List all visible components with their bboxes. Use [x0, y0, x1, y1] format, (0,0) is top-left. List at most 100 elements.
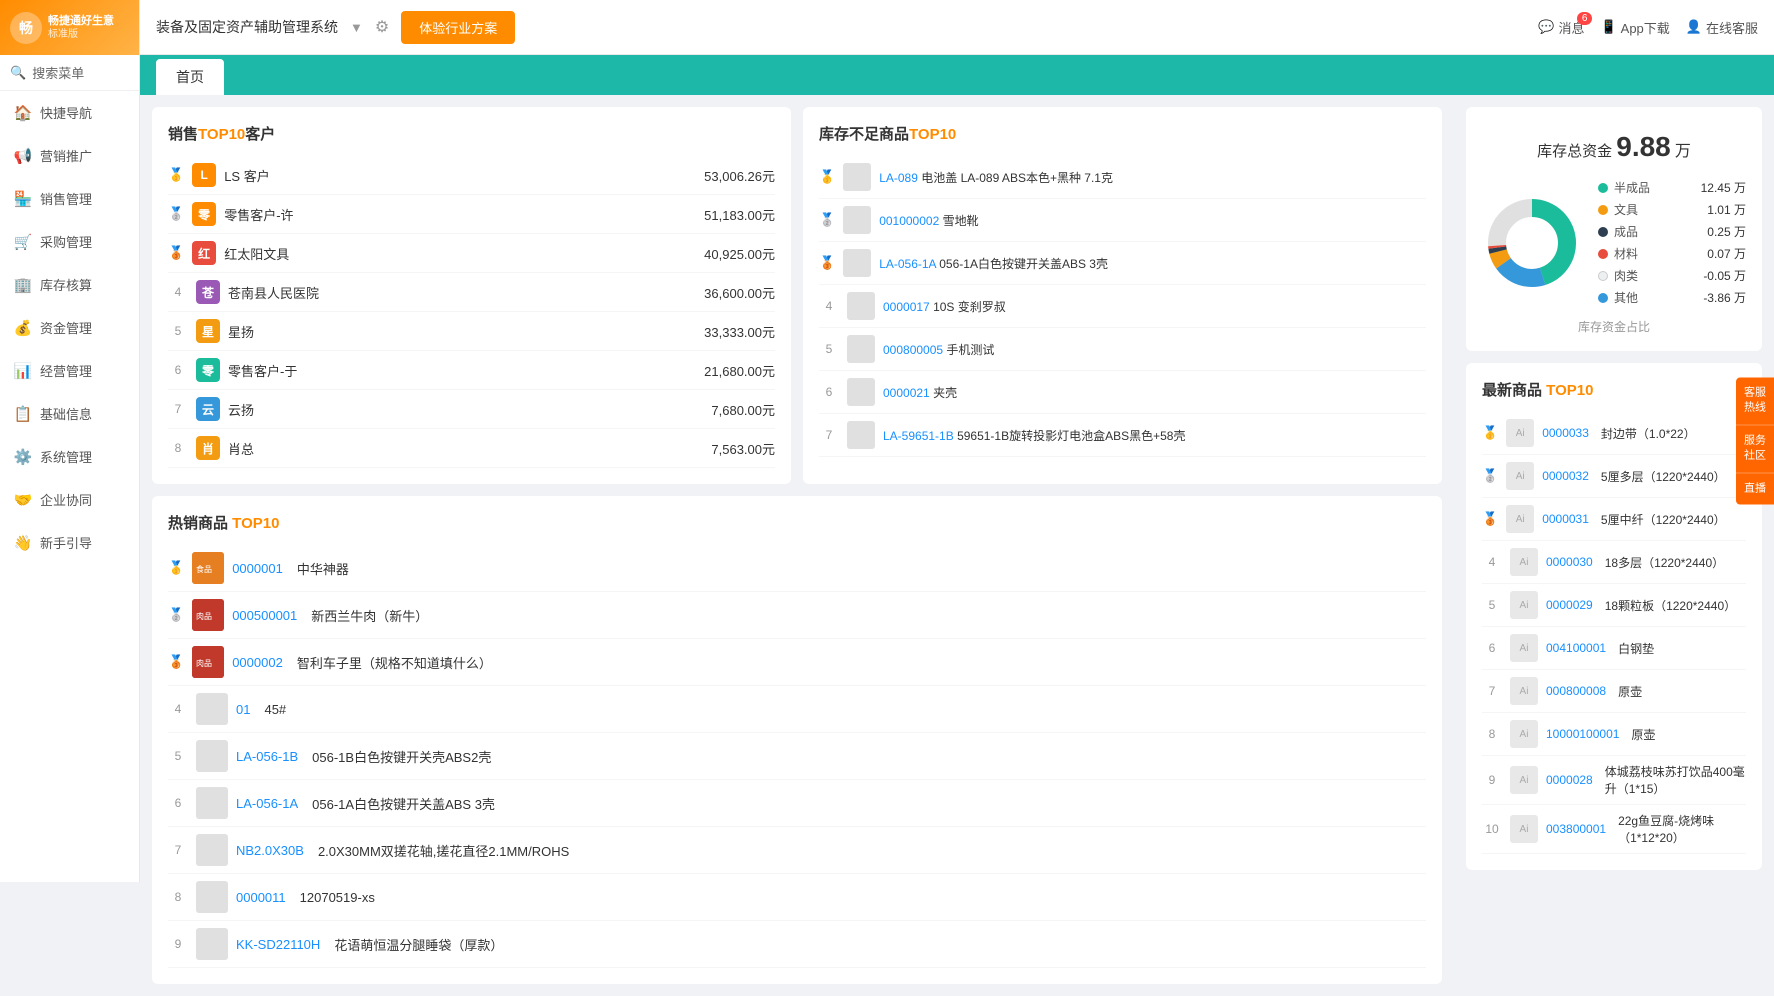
customer-badge: 零 [192, 202, 216, 226]
hot-products-list: 🥇 食品 0000001 中华神器 🥈 肉品 000500001 [168, 545, 1426, 968]
product-img [843, 249, 871, 277]
list-item: 6 LA-056-1A 056-1A白色按键开关盖ABS 3壳 [168, 780, 1426, 827]
table-row: 7 LA-59651-1B 59651-1B旋转投影灯电池盒ABS黑色+58壳 [819, 414, 1426, 457]
donut-chart [1482, 193, 1582, 293]
list-item: 8 0000011 12070519-xs [168, 874, 1426, 921]
search-menu-item[interactable]: 🔍 搜索菜单 [0, 55, 139, 91]
legend-item: 文具 1.01 万 [1598, 201, 1746, 218]
list-item: 🥇 食品 0000001 中华神器 [168, 545, 1426, 592]
newest-products-card: 最新商品 TOP10 🥇 Ai 0000033 封边带（1.0*22） 🥈 Ai… [1466, 363, 1762, 870]
legend-dot [1598, 227, 1608, 237]
nav-tabs: 首页 [140, 55, 1774, 95]
operations-icon: 📊 [14, 362, 32, 380]
medal-icon: 🥉 [168, 245, 184, 261]
table-row: 🥈 零 零售客户-许 51,183.00元 [168, 195, 775, 234]
product-img [847, 292, 875, 320]
list-item: 🥈 Ai 0000032 5厘多层（1220*2440） [1482, 455, 1746, 498]
product-img [847, 335, 875, 363]
customer-service-sidebar: 客服热线 服务社区 直播 [1736, 378, 1774, 505]
sidebar-item-finance[interactable]: 💰 资金管理 [0, 306, 139, 349]
sidebar-item-quick[interactable]: 🏠 快捷导航 [0, 91, 139, 134]
left-panels: 销售TOP10客户 🥇 L LS 客户 53,006.26元 🥈 [140, 95, 1454, 996]
trial-button[interactable]: 体验行业方案 [401, 11, 515, 44]
sidebar-item-company[interactable]: 🤝 企业协同 [0, 478, 139, 521]
medal-icon: 🥇 [168, 167, 184, 183]
product-img: Ai [1510, 815, 1538, 843]
cs-hotline-button[interactable]: 客服热线 [1736, 378, 1774, 426]
sidebar-item-purchase[interactable]: 🛒 采购管理 [0, 220, 139, 263]
table-row: 🥇 LA-089 电池盖 LA-089 ABS本色+黑种 7.1克 [819, 156, 1426, 199]
logo-icon: 畅 [10, 12, 42, 44]
sidebar-item-system[interactable]: ⚙️ 系统管理 [0, 435, 139, 478]
customer-badge: 肖 [196, 436, 220, 460]
donut-chart-container: 半成品 12.45 万 文具 1.01 万 成品 0.25 万 [1482, 171, 1746, 314]
low-stock-list: 🥇 LA-089 电池盖 LA-089 ABS本色+黑种 7.1克 🥈 0010… [819, 156, 1426, 457]
guide-icon: 👋 [14, 534, 32, 552]
product-thumbnail [196, 928, 228, 960]
top-customers-title: 销售TOP10客户 [168, 123, 775, 144]
product-img [843, 163, 871, 191]
list-item: 7 Ai 000800008 原壶 [1482, 670, 1746, 713]
customer-badge: 零 [196, 358, 220, 382]
product-img: Ai [1510, 634, 1538, 662]
medal-icon: 🥈 [168, 607, 184, 623]
table-row: 7 云 云扬 7,680.00元 [168, 390, 775, 429]
legend-item: 半成品 12.45 万 [1598, 179, 1746, 196]
legend-dot [1598, 249, 1608, 259]
app-download[interactable]: 📱 App下载 [1600, 18, 1669, 37]
sidebar-item-operations[interactable]: 📊 经营管理 [0, 349, 139, 392]
sidebar-item-inventory[interactable]: 🏢 库存核算 [0, 263, 139, 306]
table-row: 🥉 红 红太阳文具 40,925.00元 [168, 234, 775, 273]
inventory-total: 库存总资金 9.88 万 [1482, 123, 1746, 171]
cs-community-button[interactable]: 服务社区 [1736, 425, 1774, 473]
product-thumbnail [196, 740, 228, 772]
legend-item: 其他 -3.86 万 [1598, 289, 1746, 306]
product-img [843, 206, 871, 234]
top-customers-card: 销售TOP10客户 🥇 L LS 客户 53,006.26元 🥈 [152, 107, 791, 484]
svg-text:肉品: 肉品 [196, 611, 212, 621]
hot-products-title: 热销商品 TOP10 [168, 512, 1426, 533]
table-row: 4 苍 苍南县人民医院 36,600.00元 [168, 273, 775, 312]
newest-products-list: 🥇 Ai 0000033 封边带（1.0*22） 🥈 Ai 0000032 5厘… [1482, 412, 1746, 854]
sidebar-item-guide[interactable]: 👋 新手引导 [0, 521, 139, 564]
dropdown-arrow-icon[interactable]: ▼ [350, 20, 363, 35]
message-badge[interactable]: 💬 消息 6 [1538, 18, 1584, 37]
message-icon: 💬 [1538, 19, 1554, 35]
online-service[interactable]: 👤 在线客服 [1686, 18, 1758, 37]
sidebar-item-basic[interactable]: 📋 基础信息 [0, 392, 139, 435]
inventory-icon: 🏢 [14, 276, 32, 294]
table-row: 5 000800005 手机测试 [819, 328, 1426, 371]
content: 销售TOP10客户 🥇 L LS 客户 53,006.26元 🥈 [140, 95, 1774, 996]
top-row-cards: 销售TOP10客户 🥇 L LS 客户 53,006.26元 🥈 [152, 107, 1442, 484]
sales-icon: 🏪 [14, 190, 32, 208]
cs-live-button[interactable]: 直播 [1736, 473, 1774, 504]
customers-list: 🥇 L LS 客户 53,006.26元 🥈 零 零售客户-许 51,183.0… [168, 156, 775, 468]
product-img: Ai [1510, 548, 1538, 576]
list-item: 5 Ai 0000029 18颗粒板（1220*2440） [1482, 584, 1746, 627]
tab-home[interactable]: 首页 [156, 59, 224, 95]
list-item: 4 01 45# [168, 686, 1426, 733]
topbar-right: 💬 消息 6 📱 App下载 👤 在线客服 [1538, 18, 1758, 37]
customer-badge: 云 [196, 397, 220, 421]
table-row: 🥇 L LS 客户 53,006.26元 [168, 156, 775, 195]
list-item: 10 Ai 003800001 22g鱼豆腐-烧烤味（1*12*20） [1482, 805, 1746, 854]
inventory-card: 库存总资金 9.88 万 [1466, 107, 1762, 351]
mobile-icon: 📱 [1600, 19, 1616, 35]
finance-icon: 💰 [14, 319, 32, 337]
hot-products-card: 热销商品 TOP10 🥇 食品 0000001 中华神器 🥈 [152, 496, 1442, 984]
basic-icon: 📋 [14, 405, 32, 423]
gear-icon[interactable]: ⚙ [375, 17, 389, 37]
sidebar-item-marketing[interactable]: 📢 营销推广 [0, 134, 139, 177]
sidebar-item-sales[interactable]: 🏪 销售管理 [0, 177, 139, 220]
product-thumbnail: 肉品 [192, 599, 224, 631]
legend-dot [1598, 293, 1608, 303]
table-row: 🥈 001000002 雪地靴 [819, 199, 1426, 242]
table-row: 8 肖 肖总 7,563.00元 [168, 429, 775, 468]
product-img: Ai [1510, 677, 1538, 705]
list-item: 🥉 肉品 0000002 智利车子里（规格不知道填什么） [168, 639, 1426, 686]
product-img: Ai [1510, 720, 1538, 748]
product-thumbnail [196, 693, 228, 725]
legend-dot [1598, 183, 1608, 193]
product-thumbnail [196, 787, 228, 819]
low-stock-title: 库存不足商品TOP10 [819, 123, 1426, 144]
